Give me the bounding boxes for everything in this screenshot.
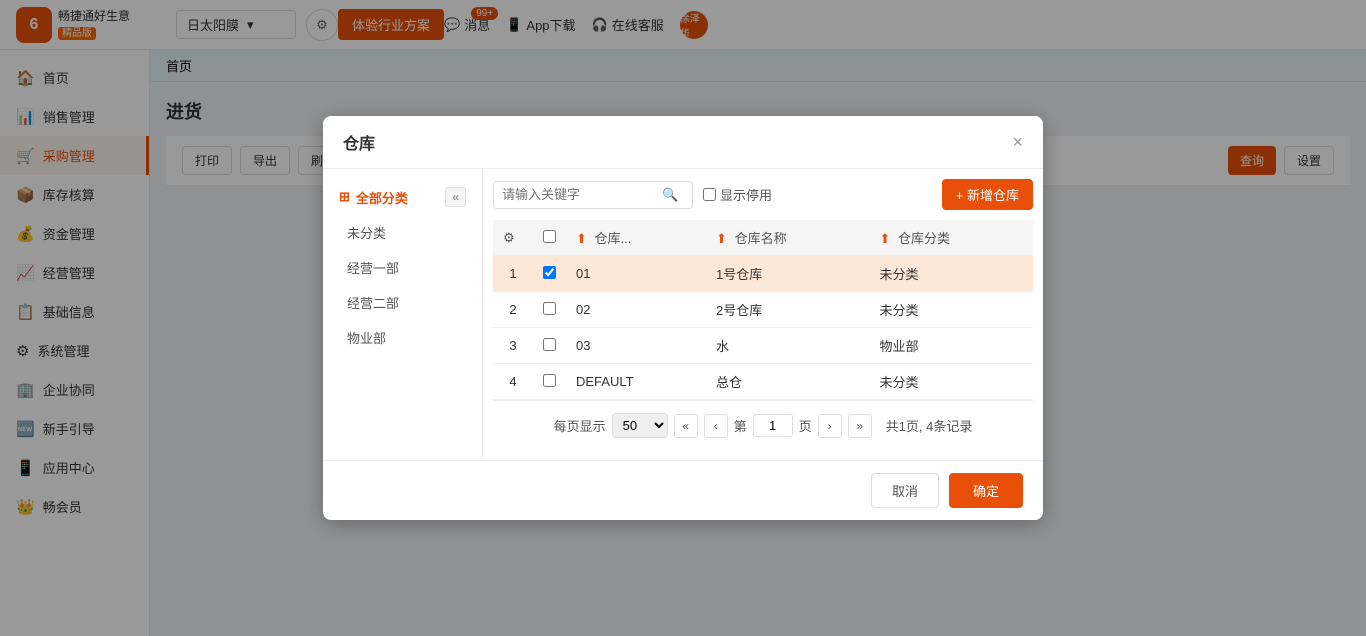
collapse-button[interactable]: « xyxy=(445,187,466,207)
row-name: 2号仓库 xyxy=(706,292,869,328)
row-name: 总仓 xyxy=(706,364,869,400)
modal-title: 仓库 xyxy=(343,130,375,154)
row-code: 02 xyxy=(566,292,706,328)
row-select-checkbox[interactable] xyxy=(543,302,556,315)
table-panel: 🔍 显示停用 + 新增仓库 ⚙ xyxy=(483,169,1043,460)
category-item-property[interactable]: 物业部 xyxy=(323,320,482,355)
sort-icon: ⬆ xyxy=(576,231,587,246)
page-number-input[interactable] xyxy=(753,414,793,437)
row-code: 03 xyxy=(566,328,706,364)
table-row[interactable]: 2 02 2号仓库 未分类 xyxy=(493,292,1033,328)
category-panel: ⊞ 全部分类 « 未分类 经营一部 经营二部 物业部 xyxy=(323,169,483,460)
row-checkbox[interactable] xyxy=(533,256,566,292)
table-container: ⚙ ⬆ 仓库... ⬆ xyxy=(493,220,1033,400)
row-no: 3 xyxy=(493,328,533,364)
row-code: 01 xyxy=(566,256,706,292)
confirm-button[interactable]: 确定 xyxy=(949,473,1023,508)
th-name[interactable]: ⬆ 仓库名称 xyxy=(706,220,869,256)
sort-icon-name: ⬆ xyxy=(716,231,727,246)
all-category-label: 全部分类 xyxy=(356,188,408,207)
first-page-button[interactable]: « xyxy=(674,414,698,438)
row-code: DEFAULT xyxy=(566,364,706,400)
grid-icon: ⊞ xyxy=(339,189,350,205)
row-category: 未分类 xyxy=(870,364,1034,400)
table-row[interactable]: 1 01 1号仓库 未分类 xyxy=(493,256,1033,292)
row-category: 未分类 xyxy=(870,256,1034,292)
all-category-header[interactable]: ⊞ 全部分类 « xyxy=(323,179,482,215)
settings-icon: ⚙ xyxy=(503,230,515,245)
category-item-uncategorized[interactable]: 未分类 xyxy=(323,215,482,250)
per-page-label: 每页显示 xyxy=(554,416,606,435)
sort-icon-cat: ⬆ xyxy=(880,231,891,246)
th-settings[interactable]: ⚙ xyxy=(493,220,533,256)
prev-page-button[interactable]: ‹ xyxy=(704,414,728,438)
th-code[interactable]: ⬆ 仓库... xyxy=(566,220,706,256)
show-disabled-checkbox[interactable] xyxy=(703,188,716,201)
next-page-button[interactable]: › xyxy=(818,414,842,438)
row-no: 2 xyxy=(493,292,533,328)
row-category: 物业部 xyxy=(870,328,1034,364)
row-checkbox[interactable] xyxy=(533,364,566,400)
warehouse-modal: 仓库 × ⊞ 全部分类 « 未分类 经营一部 经营二部 xyxy=(323,116,1043,520)
search-bar: 🔍 显示停用 + 新增仓库 xyxy=(493,179,1033,210)
th-check[interactable] xyxy=(533,220,566,256)
show-disabled-label: 显示停用 xyxy=(720,185,772,204)
row-checkbox[interactable] xyxy=(533,292,566,328)
pagination: 每页显示 50 20 100 « ‹ 第 页 › » 共1页, 4条记录 xyxy=(493,400,1033,450)
table-row[interactable]: 4 DEFAULT 总仓 未分类 xyxy=(493,364,1033,400)
add-warehouse-button[interactable]: + 新增仓库 xyxy=(942,179,1033,210)
modal-header: 仓库 × xyxy=(323,116,1043,169)
row-name: 1号仓库 xyxy=(706,256,869,292)
th-category[interactable]: ⬆ 仓库分类 xyxy=(870,220,1034,256)
category-item-ops2[interactable]: 经营二部 xyxy=(323,285,482,320)
row-select-checkbox[interactable] xyxy=(543,374,556,387)
last-page-button[interactable]: » xyxy=(848,414,872,438)
warehouse-table: ⚙ ⬆ 仓库... ⬆ xyxy=(493,220,1033,400)
modal-footer: 取消 确定 xyxy=(323,460,1043,520)
cancel-button[interactable]: 取消 xyxy=(871,473,939,508)
page-suffix: 页 xyxy=(799,416,812,435)
select-all-checkbox[interactable] xyxy=(543,230,556,243)
row-select-checkbox[interactable] xyxy=(543,338,556,351)
row-name: 水 xyxy=(706,328,869,364)
total-info: 共1页, 4条记录 xyxy=(886,416,973,435)
page-label: 第 xyxy=(734,416,747,435)
search-input-wrap: 🔍 xyxy=(493,181,693,209)
table-row[interactable]: 3 03 水 物业部 xyxy=(493,328,1033,364)
row-category: 未分类 xyxy=(870,292,1034,328)
show-disabled-wrap: 显示停用 xyxy=(703,185,772,204)
row-no: 1 xyxy=(493,256,533,292)
category-item-ops1[interactable]: 经营一部 xyxy=(323,250,482,285)
search-icon[interactable]: 🔍 xyxy=(662,187,678,203)
row-no: 4 xyxy=(493,364,533,400)
modal-overlay: 仓库 × ⊞ 全部分类 « 未分类 经营一部 经营二部 xyxy=(0,0,1366,636)
row-select-checkbox[interactable] xyxy=(543,266,556,279)
per-page-select[interactable]: 50 20 100 xyxy=(612,413,668,438)
modal-close-button[interactable]: × xyxy=(1012,132,1023,153)
row-checkbox[interactable] xyxy=(533,328,566,364)
search-input[interactable] xyxy=(502,187,662,202)
modal-body: ⊞ 全部分类 « 未分类 经营一部 经营二部 物业部 xyxy=(323,169,1043,460)
